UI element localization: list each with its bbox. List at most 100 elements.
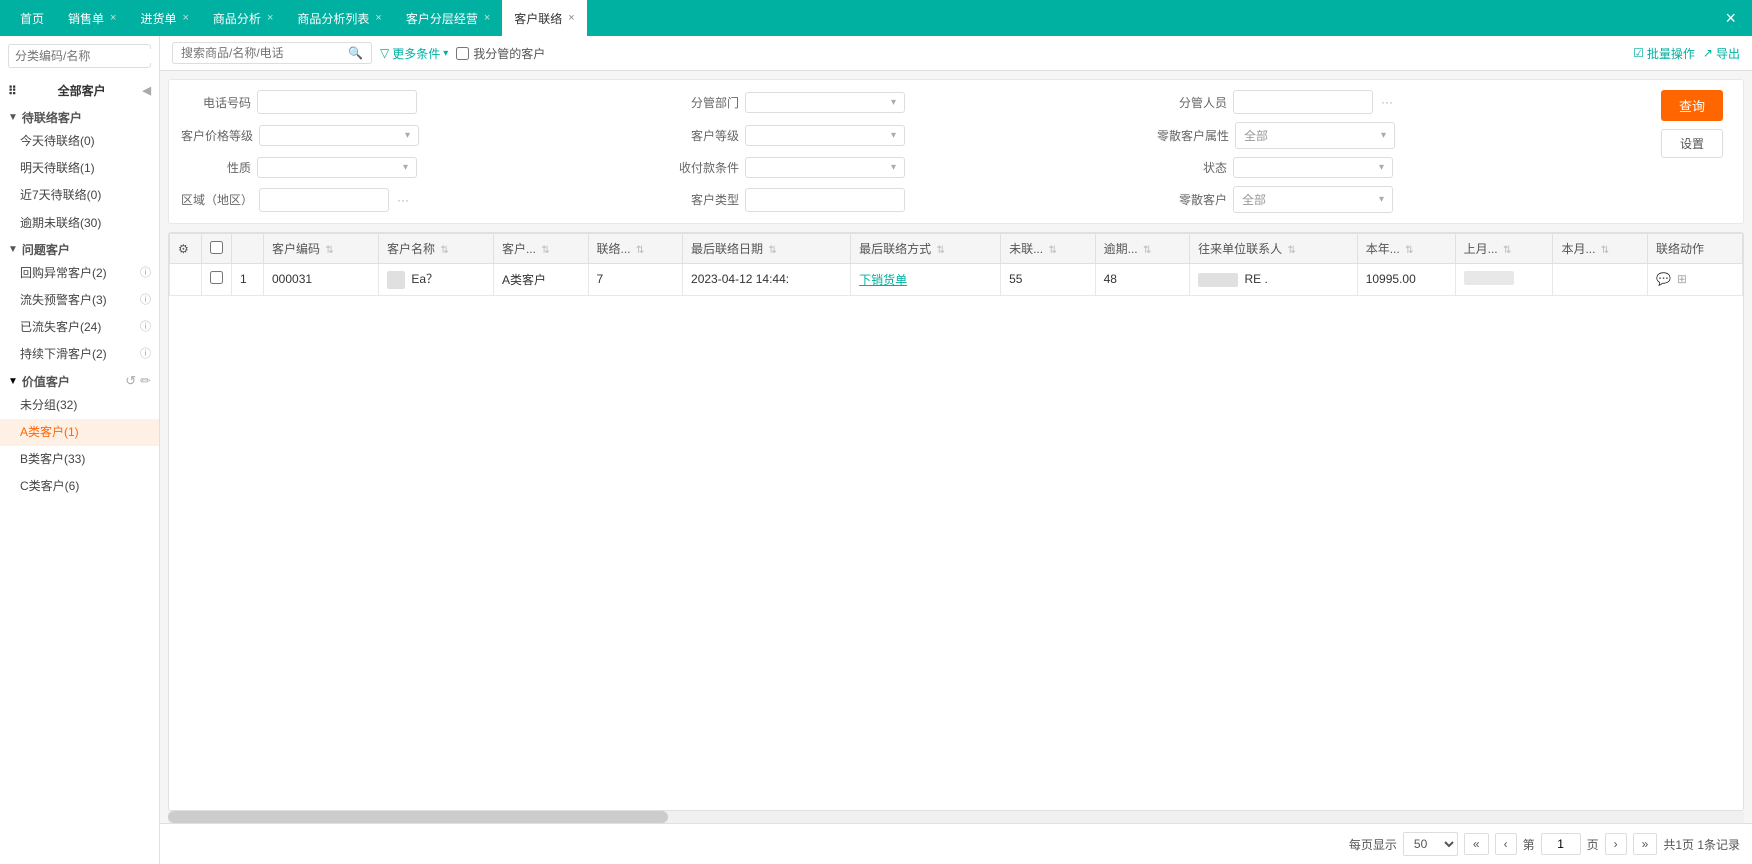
col-overdue[interactable]: 逾期... ⇅ — [1095, 234, 1190, 264]
nav-tab-product-analysis[interactable]: 商品分析 × — [201, 0, 285, 36]
nav-tab-product-list-close[interactable]: × — [375, 12, 381, 24]
info-icon-1[interactable]: ⓘ — [140, 265, 151, 283]
toolbar-search-input[interactable] — [181, 46, 348, 60]
sidebar-item-today-contact[interactable]: 今天待联络(0) — [0, 128, 159, 155]
query-button[interactable]: 查询 — [1661, 90, 1723, 121]
filter-scatter-select[interactable]: 全部 ▾ — [1233, 186, 1393, 213]
sidebar-item-a-class[interactable]: A类客户(1) — [0, 419, 159, 446]
filter-dept-select[interactable]: ▾ — [745, 92, 905, 113]
filter-person-input[interactable] — [1233, 90, 1373, 114]
filter-region-input[interactable] — [259, 188, 389, 212]
customer-name-text[interactable]: Ea？ — [411, 272, 438, 286]
sort-last-month-icon[interactable]: ⇅ — [1503, 245, 1511, 256]
sort-this-month-icon[interactable]: ⇅ — [1601, 245, 1609, 256]
info-icon-4[interactable]: ⓘ — [140, 346, 151, 364]
sidebar-group-problem-customers[interactable]: ▼ 问题客户 — [0, 237, 159, 260]
prev-page-button[interactable]: ‹ — [1495, 833, 1517, 855]
last-page-button[interactable]: » — [1633, 833, 1658, 855]
nav-tab-sales-close[interactable]: × — [110, 12, 116, 24]
sidebar-item-churn-warning[interactable]: 流失预警客户(3) ⓘ — [0, 287, 159, 314]
setting-button[interactable]: 设置 — [1661, 129, 1723, 158]
sidebar-item-b-class[interactable]: B类客户(33) — [0, 446, 159, 473]
col-this-year[interactable]: 本年... ⇅ — [1357, 234, 1455, 264]
nav-tab-customer-segment[interactable]: 客户分层经营 × — [394, 0, 502, 36]
sidebar-group-pending-contact[interactable]: ▼ 待联络客户 — [0, 105, 159, 128]
sidebar-item-c-class[interactable]: C类客户(6) — [0, 473, 159, 500]
col-code[interactable]: 客户编码 ⇅ — [264, 234, 379, 264]
sort-no-contact-icon[interactable]: ⇅ — [1048, 245, 1056, 256]
nav-tab-purchase[interactable]: 进货单 × — [128, 0, 200, 36]
filter-scatter-attr-select[interactable]: 全部 ▾ — [1235, 122, 1395, 149]
page-number-input[interactable] — [1541, 833, 1581, 855]
contact-method-link[interactable]: 下销货单 — [859, 273, 907, 287]
page-size-select[interactable]: 50 20 100 — [1403, 832, 1458, 856]
sidebar-item-declining[interactable]: 持续下滑客户(2) ⓘ — [0, 341, 159, 368]
nav-tab-customer-contact[interactable]: 客户联络 × — [502, 0, 586, 36]
my-customers-checkbox-label[interactable]: 我分管的客户 — [456, 45, 545, 62]
filter-price-grade-select[interactable]: ▾ — [259, 125, 419, 146]
sidebar-item-overdue-contact[interactable]: 逾期未联络(30) — [0, 210, 159, 237]
sort-overdue-icon[interactable]: ⇅ — [1143, 245, 1151, 256]
sidebar-item-tomorrow-contact[interactable]: 明天待联络(1) — [0, 155, 159, 182]
nav-tab-sales[interactable]: 销售单 × — [56, 0, 128, 36]
col-unit-contact[interactable]: 往来单位联系人 ⇅ — [1190, 234, 1358, 264]
refresh-icon[interactable]: ↺ — [125, 373, 136, 389]
sidebar-collapse-icon[interactable]: ◀ — [143, 84, 151, 97]
first-page-button[interactable]: « — [1464, 833, 1489, 855]
grid-icon[interactable]: ⊞ — [1677, 272, 1687, 286]
info-icon-2[interactable]: ⓘ — [140, 292, 151, 310]
nav-tab-home[interactable]: 首页 — [8, 0, 56, 36]
nav-tab-product-analysis-close[interactable]: × — [267, 12, 273, 24]
next-page-button[interactable]: › — [1605, 833, 1627, 855]
sidebar-item-unclassified[interactable]: 未分组(32) — [0, 392, 159, 419]
filter-region-more-icon[interactable]: ··· — [397, 193, 409, 207]
sort-method-icon[interactable]: ⇅ — [936, 245, 944, 256]
more-filter-button[interactable]: ▽ 更多条件 ▾ — [380, 45, 448, 62]
scrollbar-thumb[interactable] — [168, 811, 668, 823]
sort-type-icon[interactable]: ⇅ — [541, 245, 549, 256]
col-last-date[interactable]: 最后联络日期 ⇅ — [683, 234, 851, 264]
filter-customer-grade-select[interactable]: ▾ — [745, 125, 905, 146]
col-last-month[interactable]: 上月... ⇅ — [1455, 234, 1553, 264]
filter-person-more-icon[interactable]: ··· — [1381, 95, 1393, 109]
my-customers-checkbox[interactable] — [456, 47, 469, 60]
col-no-contact[interactable]: 未联... ⇅ — [1001, 234, 1096, 264]
toolbar-search-box[interactable]: 🔍 — [172, 42, 372, 64]
filter-customer-type-input[interactable] — [745, 188, 905, 212]
filter-phone-input[interactable] — [257, 90, 417, 114]
sidebar-item-churned[interactable]: 已流失客户(24) ⓘ — [0, 314, 159, 341]
col-gear[interactable]: ⚙ — [170, 234, 202, 264]
sort-code-icon[interactable]: ⇅ — [325, 245, 333, 256]
nav-tab-product-list[interactable]: 商品分析列表 × — [285, 0, 393, 36]
col-last-method[interactable]: 最后联络方式 ⇅ — [851, 234, 1001, 264]
cell-last-method[interactable]: 下销货单 — [851, 264, 1001, 296]
chat-icon[interactable]: 💬 — [1656, 272, 1671, 286]
nav-tab-purchase-close[interactable]: × — [182, 12, 188, 24]
sidebar-item-7day-contact[interactable]: 近7天待联络(0) — [0, 182, 159, 209]
sidebar-search-input[interactable] — [15, 49, 160, 63]
toolbar-search-icon[interactable]: 🔍 — [348, 46, 363, 60]
edit-icon[interactable]: ✏ — [140, 373, 151, 389]
window-close-button[interactable]: × — [1717, 8, 1744, 29]
filter-payment-select[interactable]: ▾ — [745, 157, 905, 178]
sidebar-item-repurchase-abnormal[interactable]: 回购异常客户(2) ⓘ — [0, 260, 159, 287]
col-name[interactable]: 客户名称 ⇅ — [378, 234, 493, 264]
nav-tab-customer-segment-close[interactable]: × — [484, 12, 490, 24]
col-type[interactable]: 客户... ⇅ — [493, 234, 588, 264]
info-icon-3[interactable]: ⓘ — [140, 319, 151, 337]
bulk-ops-button[interactable]: ☑ 批量操作 — [1633, 45, 1695, 62]
sort-contact-icon[interactable]: ⇅ — [636, 245, 644, 256]
sort-name-icon[interactable]: ⇅ — [440, 245, 448, 256]
sort-date-icon[interactable]: ⇅ — [768, 245, 776, 256]
nav-tab-customer-contact-close[interactable]: × — [568, 12, 574, 24]
col-this-month[interactable]: 本月... ⇅ — [1553, 234, 1648, 264]
sort-unit-icon[interactable]: ⇅ — [1288, 245, 1296, 256]
col-contact[interactable]: 联络... ⇅ — [588, 234, 683, 264]
row-checkbox[interactable] — [210, 271, 223, 284]
select-all-checkbox[interactable] — [210, 241, 223, 254]
sort-this-year-icon[interactable]: ⇅ — [1405, 245, 1413, 256]
sidebar-all-customers-header[interactable]: ⠿ 全部客户 ◀ — [0, 76, 159, 105]
filter-nature-select[interactable]: ▾ — [257, 157, 417, 178]
filter-status-select[interactable]: ▾ — [1233, 157, 1393, 178]
export-button[interactable]: ↗ 导出 — [1703, 45, 1740, 62]
